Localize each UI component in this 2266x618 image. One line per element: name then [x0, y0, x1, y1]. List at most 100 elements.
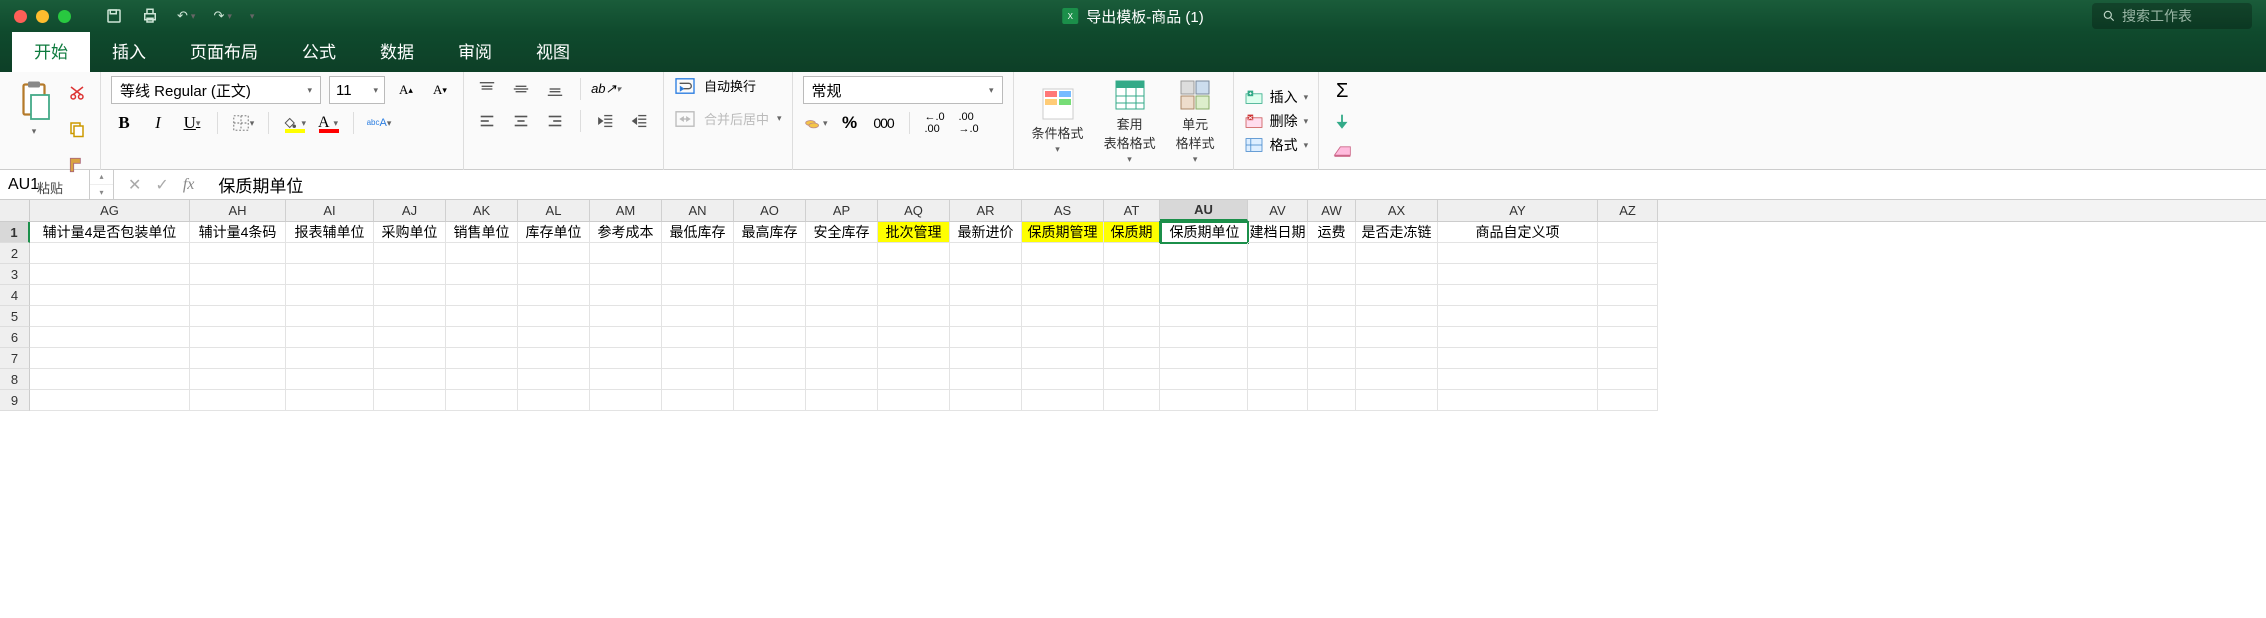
cell-AP7[interactable]	[806, 348, 878, 369]
delete-cells-button[interactable]: 删除▾	[1244, 111, 1309, 131]
row-header-5[interactable]: 5	[0, 306, 30, 327]
cut-button[interactable]	[64, 80, 90, 106]
cell-AX3[interactable]	[1356, 264, 1438, 285]
cell-AJ6[interactable]	[374, 327, 446, 348]
number-format-select[interactable]: 常规▾	[803, 76, 1003, 104]
cell-AG8[interactable]	[30, 369, 190, 390]
col-header-AG[interactable]: AG	[30, 200, 190, 221]
cell-AQ2[interactable]	[878, 243, 950, 264]
cell-AZ5[interactable]	[1598, 306, 1658, 327]
qat-customize-icon[interactable]: ▾	[250, 11, 255, 22]
cell-AR6[interactable]	[950, 327, 1022, 348]
insert-cells-button[interactable]: 插入▾	[1244, 87, 1309, 107]
cell-AK4[interactable]	[446, 285, 518, 306]
underline-button[interactable]: U ▾	[179, 110, 205, 136]
col-header-AX[interactable]: AX	[1356, 200, 1438, 221]
cell-AW7[interactable]	[1308, 348, 1356, 369]
cell-AM8[interactable]	[590, 369, 662, 390]
cell-AZ1[interactable]	[1598, 222, 1658, 243]
cell-AT2[interactable]	[1104, 243, 1160, 264]
cell-AK6[interactable]	[446, 327, 518, 348]
cell-AN9[interactable]	[662, 390, 734, 411]
merge-center-button[interactable]: 合并后居中 ▾	[674, 109, 782, 128]
cell-AG2[interactable]	[30, 243, 190, 264]
cell-AQ7[interactable]	[878, 348, 950, 369]
cell-AS9[interactable]	[1022, 390, 1104, 411]
cell-AK5[interactable]	[446, 306, 518, 327]
cell-AL9[interactable]	[518, 390, 590, 411]
col-header-AS[interactable]: AS	[1022, 200, 1104, 221]
cell-AQ8[interactable]	[878, 369, 950, 390]
cell-AN8[interactable]	[662, 369, 734, 390]
minimize-window-button[interactable]	[36, 10, 49, 23]
tab-视图[interactable]: 视图	[514, 29, 592, 72]
col-header-AK[interactable]: AK	[446, 200, 518, 221]
tab-插入[interactable]: 插入	[90, 29, 168, 72]
col-header-AU[interactable]: AU	[1160, 200, 1248, 221]
cell-AP9[interactable]	[806, 390, 878, 411]
cell-AT6[interactable]	[1104, 327, 1160, 348]
align-left-button[interactable]	[474, 108, 500, 134]
cell-AR2[interactable]	[950, 243, 1022, 264]
cell-AY5[interactable]	[1438, 306, 1598, 327]
cell-AK3[interactable]	[446, 264, 518, 285]
format-as-table-button[interactable]: 套用 表格格式▾	[1096, 76, 1164, 167]
cell-AW2[interactable]	[1308, 243, 1356, 264]
comma-style-button[interactable]: 000	[871, 110, 897, 136]
bold-button[interactable]: B	[111, 110, 137, 136]
cancel-formula-button[interactable]: ✕	[128, 175, 141, 195]
cell-AO2[interactable]	[734, 243, 806, 264]
cell-AJ7[interactable]	[374, 348, 446, 369]
cell-AX1[interactable]: 是否走冻链	[1356, 222, 1438, 243]
undo-button[interactable]: ↶ ▾	[177, 8, 195, 24]
cell-AX6[interactable]	[1356, 327, 1438, 348]
borders-button[interactable]: ▾	[230, 110, 256, 136]
cell-AT3[interactable]	[1104, 264, 1160, 285]
cell-AQ6[interactable]	[878, 327, 950, 348]
cell-AH1[interactable]: 辅计量4条码	[190, 222, 286, 243]
cell-AN1[interactable]: 最低库存	[662, 222, 734, 243]
cell-AV9[interactable]	[1248, 390, 1308, 411]
cell-AQ5[interactable]	[878, 306, 950, 327]
cell-AY4[interactable]	[1438, 285, 1598, 306]
redo-button[interactable]: ↷ ▾	[213, 8, 231, 24]
cell-AH3[interactable]	[190, 264, 286, 285]
align-top-button[interactable]	[474, 76, 500, 102]
cell-AX7[interactable]	[1356, 348, 1438, 369]
cell-AL7[interactable]	[518, 348, 590, 369]
col-header-AL[interactable]: AL	[518, 200, 590, 221]
cell-AH7[interactable]	[190, 348, 286, 369]
orientation-button[interactable]: ab↗ ▾	[593, 76, 619, 102]
cell-AS6[interactable]	[1022, 327, 1104, 348]
cell-AJ2[interactable]	[374, 243, 446, 264]
cell-AR3[interactable]	[950, 264, 1022, 285]
increase-indent-button[interactable]	[627, 108, 653, 134]
cell-AM2[interactable]	[590, 243, 662, 264]
cell-AK2[interactable]	[446, 243, 518, 264]
row-header-3[interactable]: 3	[0, 264, 30, 285]
decrease-indent-button[interactable]	[593, 108, 619, 134]
cell-AO5[interactable]	[734, 306, 806, 327]
align-middle-button[interactable]	[508, 76, 534, 102]
cell-AG5[interactable]	[30, 306, 190, 327]
col-header-AW[interactable]: AW	[1308, 200, 1356, 221]
cell-AW9[interactable]	[1308, 390, 1356, 411]
row-header-8[interactable]: 8	[0, 369, 30, 390]
cell-AU9[interactable]	[1160, 390, 1248, 411]
cell-AG9[interactable]	[30, 390, 190, 411]
paste-button[interactable]: ▾	[10, 76, 58, 141]
cell-AK7[interactable]	[446, 348, 518, 369]
cell-AH9[interactable]	[190, 390, 286, 411]
currency-button[interactable]: ▾	[803, 110, 829, 136]
cell-AW6[interactable]	[1308, 327, 1356, 348]
font-size-select[interactable]: 11▾	[329, 76, 385, 104]
cell-AU6[interactable]	[1160, 327, 1248, 348]
format-cells-button[interactable]: 格式▾	[1244, 135, 1309, 155]
cell-AG6[interactable]	[30, 327, 190, 348]
cell-AQ4[interactable]	[878, 285, 950, 306]
cell-AM9[interactable]	[590, 390, 662, 411]
cell-AM1[interactable]: 参考成本	[590, 222, 662, 243]
cell-AP8[interactable]	[806, 369, 878, 390]
cell-AY7[interactable]	[1438, 348, 1598, 369]
cell-AI8[interactable]	[286, 369, 374, 390]
